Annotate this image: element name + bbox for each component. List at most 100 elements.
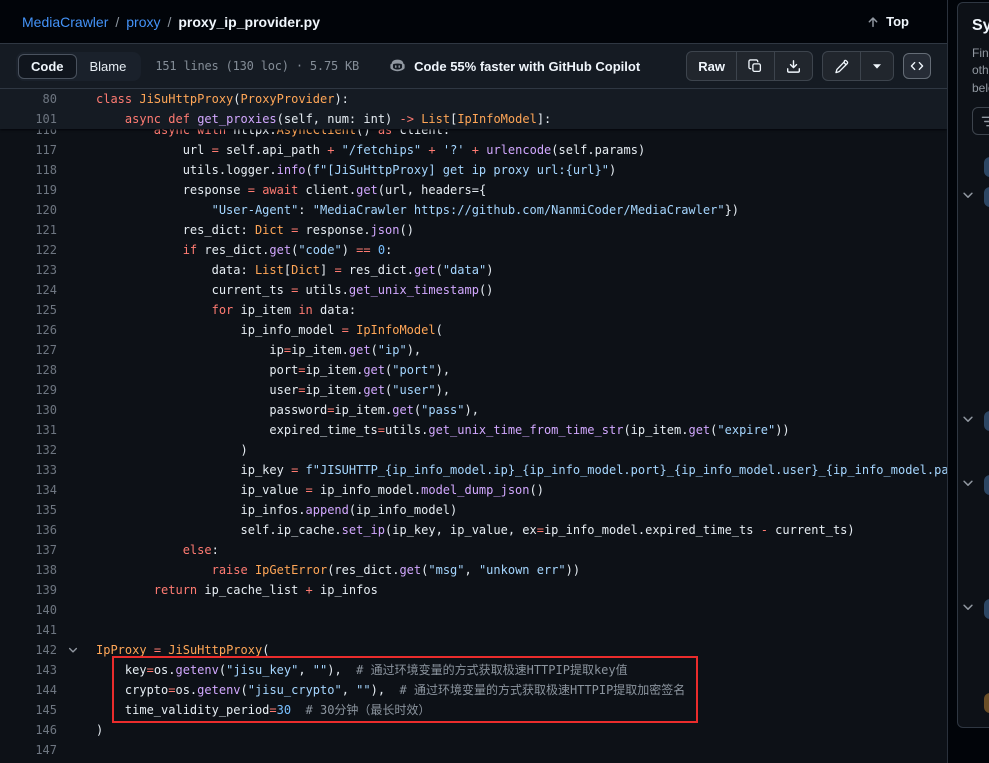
code-text: response = await client.get(url, headers… [96, 180, 486, 200]
code-line: 140 [0, 600, 947, 620]
code-line: 133 ip_key = f"JISUHTTP_{ip_info_model.i… [0, 460, 947, 480]
code-text: IpProxy = JiSuHttpProxy( [96, 640, 269, 660]
breadcrumb-separator: / [167, 14, 171, 30]
line-number[interactable]: 121 [0, 220, 57, 240]
fold-gutter [57, 280, 96, 300]
line-number[interactable]: 128 [0, 360, 57, 380]
code-text: if res_dict.get("code") == 0: [96, 240, 392, 260]
download-icon [786, 59, 801, 74]
code-line: 118 utils.logger.info(f"[JiSuHttpProxy] … [0, 160, 947, 180]
line-number[interactable]: 130 [0, 400, 57, 420]
file-container: Code Blame 151 lines (130 loc) · 5.75 KB… [0, 43, 947, 763]
fold-gutter [57, 260, 96, 280]
code-line: 135 ip_infos.append(ip_info_model) [0, 500, 947, 520]
fold-chevron-icon[interactable] [57, 640, 96, 660]
line-number[interactable]: 118 [0, 160, 57, 180]
download-button[interactable] [774, 52, 812, 80]
symbols-sidebar: Symbols Find definitions and references … [948, 0, 989, 763]
code-line: 129 user=ip_item.get("user"), [0, 380, 947, 400]
line-number[interactable]: 101 [0, 109, 57, 129]
edit-dropdown-button[interactable] [860, 52, 893, 80]
line-number[interactable]: 138 [0, 560, 57, 580]
line-number[interactable]: 119 [0, 180, 57, 200]
line-number[interactable]: 117 [0, 140, 57, 160]
line-number[interactable]: 135 [0, 500, 57, 520]
line-number[interactable]: 122 [0, 240, 57, 260]
code-text: raise IpGetError(res_dict.get("msg", "un… [96, 560, 580, 580]
fold-gutter [57, 360, 96, 380]
line-number[interactable]: 143 [0, 660, 57, 680]
fold-gutter [57, 740, 96, 760]
sticky-scope-lines: 80class JiSuHttpProxy(ProxyProvider):101… [0, 89, 947, 129]
code-text: time_validity_period=30 # 30分钟（最长时效） [96, 700, 430, 720]
chevron-down-icon[interactable] [961, 412, 975, 431]
line-number[interactable]: 146 [0, 720, 57, 740]
code-text: expired_time_ts=utils.get_unix_time_from… [96, 420, 790, 440]
code-text: else: [96, 540, 219, 560]
line-number[interactable]: 147 [0, 740, 57, 760]
code-line: 131 expired_time_ts=utils.get_unix_time_… [0, 420, 947, 440]
tab-code[interactable]: Code [18, 54, 77, 79]
back-to-top-link[interactable]: Top [866, 14, 909, 29]
line-number[interactable]: 133 [0, 460, 57, 480]
line-number[interactable]: 80 [0, 89, 57, 109]
line-number[interactable]: 129 [0, 380, 57, 400]
fold-gutter [57, 420, 96, 440]
line-number[interactable]: 131 [0, 420, 57, 440]
copilot-banner[interactable]: Code 55% faster with GitHub Copilot [389, 58, 640, 75]
code-line: 147 [0, 740, 947, 760]
breadcrumb: MediaCrawler / proxy / proxy_ip_provider… [0, 0, 947, 43]
line-number[interactable]: 142 [0, 640, 57, 660]
breadcrumb-repo-link[interactable]: MediaCrawler [22, 14, 108, 30]
chevron-down-icon[interactable] [961, 476, 975, 495]
chevron-down-icon[interactable] [961, 600, 975, 619]
fold-gutter [57, 160, 96, 180]
line-number[interactable]: 125 [0, 300, 57, 320]
line-number[interactable]: 126 [0, 320, 57, 340]
line-number[interactable]: 140 [0, 600, 57, 620]
symbols-toggle-button[interactable] [903, 53, 931, 79]
code-line: 126 ip_info_model = IpInfoModel( [0, 320, 947, 340]
tab-blame[interactable]: Blame [77, 54, 140, 79]
fold-gutter [57, 500, 96, 520]
code-line: 145 time_validity_period=30 # 30分钟（最长时效） [0, 700, 947, 720]
code-text: crypto=os.getenv("jisu_crypto", ""), # 通… [96, 680, 685, 700]
breadcrumb-folder-link[interactable]: proxy [126, 14, 160, 30]
raw-button[interactable]: Raw [687, 52, 736, 80]
line-number[interactable]: 127 [0, 340, 57, 360]
symbol-kind-badge[interactable] [984, 157, 989, 177]
line-number[interactable]: 144 [0, 680, 57, 700]
line-number[interactable]: 139 [0, 580, 57, 600]
code-line: 130 password=ip_item.get("pass"), [0, 400, 947, 420]
fold-gutter [57, 440, 96, 460]
line-number[interactable]: 132 [0, 440, 57, 460]
symbols-filter-input[interactable] [972, 107, 989, 135]
copilot-banner-text: Code 55% faster with GitHub Copilot [414, 59, 640, 74]
line-number[interactable]: 136 [0, 520, 57, 540]
symbols-panel-title: Symbols [972, 17, 989, 35]
line-number[interactable]: 145 [0, 700, 57, 720]
code-text: ) [96, 720, 103, 740]
line-number[interactable]: 123 [0, 260, 57, 280]
fold-gutter [57, 140, 96, 160]
code-text: async def get_proxies(self, num: int) ->… [96, 109, 551, 129]
symbol-kind-badge[interactable] [984, 411, 989, 431]
symbol-kind-badge[interactable] [984, 599, 989, 619]
line-number[interactable]: 120 [0, 200, 57, 220]
fold-gutter [57, 520, 96, 540]
caret-down-icon [872, 62, 882, 70]
line-number[interactable]: 124 [0, 280, 57, 300]
edit-button[interactable] [823, 52, 860, 80]
line-number[interactable]: 134 [0, 480, 57, 500]
code-text: current_ts = utils.get_unix_timestamp() [96, 280, 493, 300]
chevron-down-icon[interactable] [961, 188, 975, 207]
copy-raw-button[interactable] [736, 52, 774, 80]
code-line: 138 raise IpGetError(res_dict.get("msg",… [0, 560, 947, 580]
file-view-column: MediaCrawler / proxy / proxy_ip_provider… [0, 0, 948, 763]
line-number[interactable]: 137 [0, 540, 57, 560]
fold-gutter [57, 460, 96, 480]
symbol-kind-badge[interactable] [984, 187, 989, 207]
line-number[interactable]: 141 [0, 620, 57, 640]
symbol-kind-badge[interactable] [984, 475, 989, 495]
symbol-kind-badge[interactable] [984, 693, 989, 713]
